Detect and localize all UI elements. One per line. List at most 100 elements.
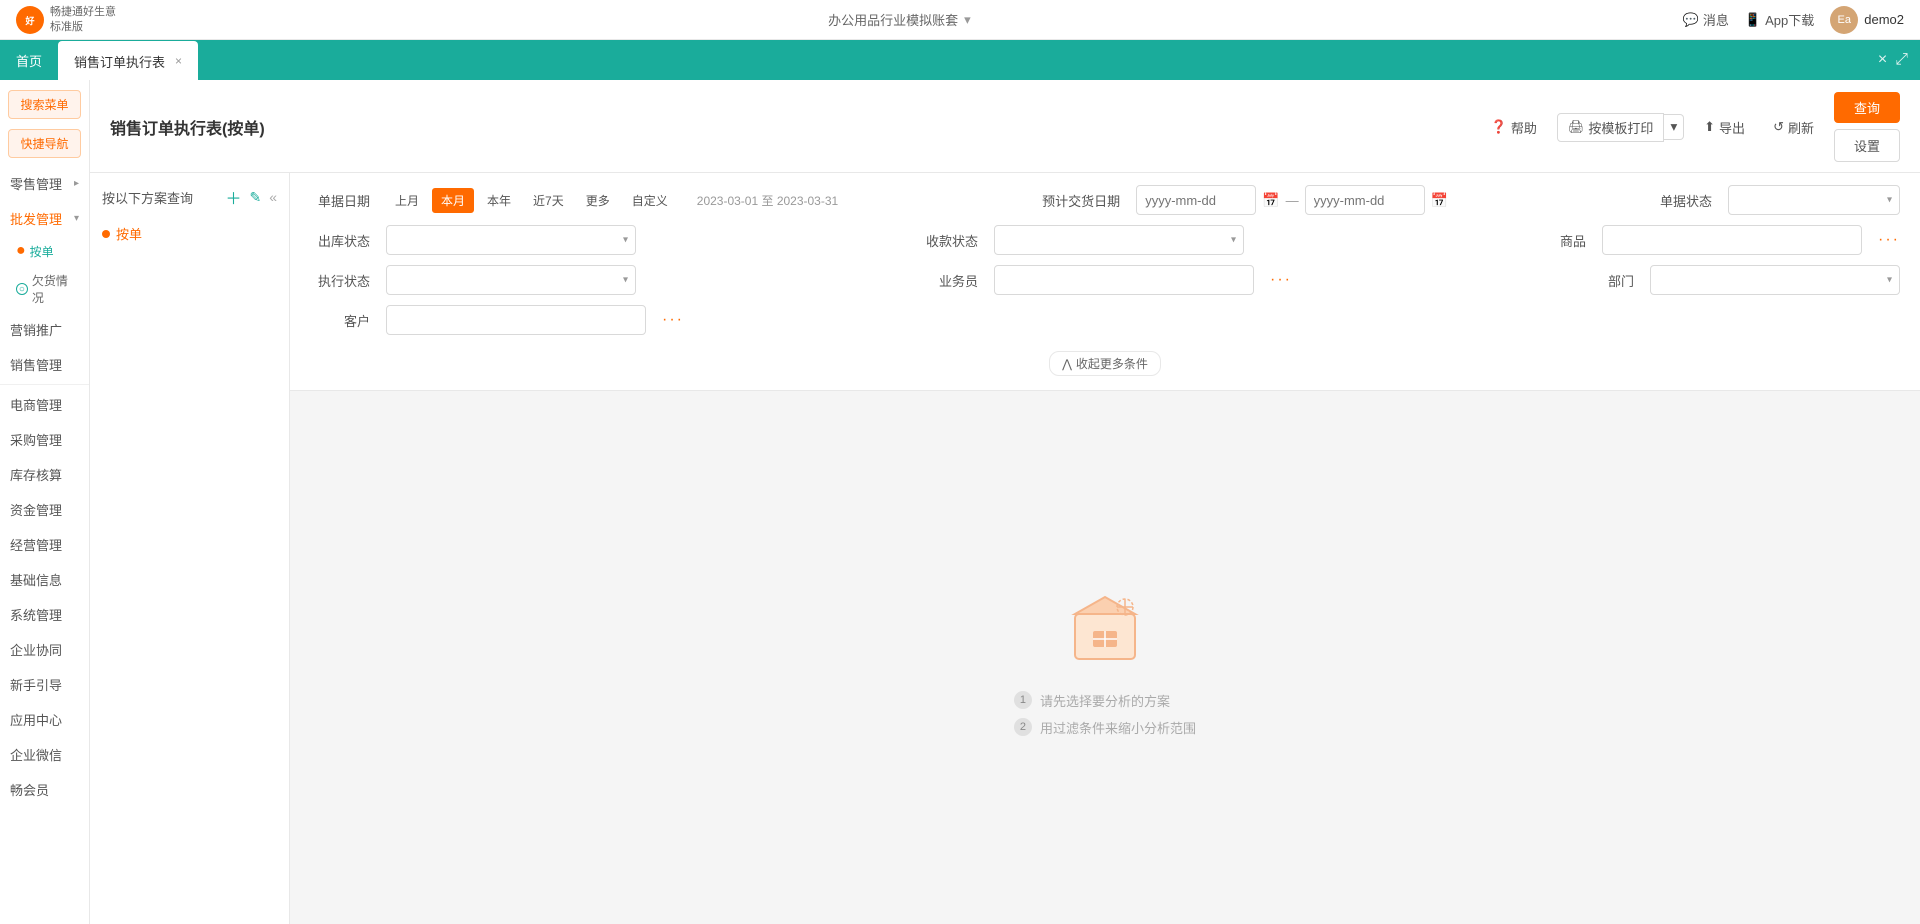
sidebar-item-purchase[interactable]: 采购管理 — [0, 422, 89, 457]
help-btn[interactable]: ❓ 帮助 — [1483, 114, 1545, 141]
expand-window-icon[interactable]: ⤢ — [1895, 51, 1908, 69]
user-name[interactable]: demo2 — [1864, 12, 1904, 27]
help-icon: ❓ — [1491, 119, 1507, 135]
top-bar-center: 办公用品行业模拟账套 ▾ — [828, 10, 971, 29]
sidebar-search-area: 搜索菜单 — [0, 80, 89, 125]
close-window-icon[interactable]: × — [1878, 51, 1887, 69]
salesperson-ellipsis[interactable]: ··· — [1270, 271, 1292, 289]
active-dot — [102, 230, 110, 238]
print-btn[interactable]: 🖨 按模板打印 — [1557, 113, 1665, 142]
goods-ellipsis[interactable]: ··· — [1878, 231, 1900, 249]
customer-ellipsis[interactable]: ··· — [662, 311, 684, 329]
print-dropdown-btn[interactable]: ▾ — [1664, 114, 1684, 140]
date-range-text: 2023-03-01 至 2023-03-31 — [697, 192, 838, 209]
top-bar-right: 💬 消息 📱 App下载 Ea demo2 — [1683, 6, 1904, 34]
expected-delivery-start[interactable] — [1136, 185, 1256, 215]
empty-tip-1: 1 请先选择要分析的方案 — [1014, 691, 1196, 710]
department-select-wrap: ▾ — [1650, 265, 1900, 295]
quick-nav-btn[interactable]: 快捷导航 — [8, 129, 81, 158]
page-header: 销售订单执行表(按单) ❓ 帮助 🖨 按模板打印 ▾ ⬆ 导出 — [90, 80, 1920, 173]
tab-sales-order[interactable]: 销售订单执行表 × — [58, 41, 198, 81]
payment-label: 收款状态 — [918, 231, 978, 250]
calendar-icon-start[interactable]: 📅 — [1262, 192, 1279, 209]
sidebar-item-enterprise[interactable]: 企业协同 — [0, 632, 89, 667]
sidebar-item-inventory[interactable]: 库存核算 — [0, 457, 89, 492]
shipment-select[interactable] — [386, 225, 636, 255]
tab-home[interactable]: 首页 — [0, 40, 58, 80]
date-tab-last-month[interactable]: 上月 — [386, 188, 428, 213]
chevron-right-icon: ▸ — [74, 178, 79, 189]
edit-scheme-icon[interactable]: ✎ — [249, 189, 261, 206]
sidebar-item-retail[interactable]: 零售管理 ▸ — [0, 166, 89, 201]
collapse-bar: ⋀ 收起更多条件 — [310, 345, 1900, 378]
add-scheme-icon[interactable]: ＋ — [225, 185, 241, 209]
phone-icon: 📱 — [1745, 12, 1761, 28]
calendar-icon-end[interactable]: 📅 — [1431, 192, 1448, 209]
data-area: 1 请先选择要分析的方案 2 用过滤条件来缩小分析范围 — [290, 391, 1920, 924]
app-download-btn[interactable]: 📱 App下载 — [1745, 10, 1814, 29]
teal-circle-icon: ○ — [16, 283, 28, 295]
dropdown-icon[interactable]: ▾ — [964, 12, 971, 28]
date-tab-more[interactable]: 更多 — [577, 188, 619, 213]
sidebar-item-marketing[interactable]: 营销推广 — [0, 312, 89, 347]
sidebar-item-apps[interactable]: 应用中心 — [0, 702, 89, 737]
payment-select[interactable] — [994, 225, 1244, 255]
empty-tip-2: 2 用过滤条件来缩小分析范围 — [1014, 718, 1196, 737]
filter-row-4: 客户 ··· — [310, 305, 1900, 335]
sidebar-item-finance[interactable]: 资金管理 — [0, 492, 89, 527]
filter-row-1: 单据日期 上月 本月 本年 近7天 更多 自定义 2023-03-01 至 20… — [310, 185, 1900, 215]
tip-num-1: 1 — [1014, 691, 1032, 709]
content-area: 销售订单执行表(按单) ❓ 帮助 🖨 按模板打印 ▾ ⬆ 导出 — [90, 80, 1920, 924]
empty-illustration — [1055, 579, 1155, 679]
page-title: 销售订单执行表(按单) — [110, 115, 265, 139]
quick-nav-area: 快捷导航 — [0, 125, 89, 164]
date-tab-this-month[interactable]: 本月 — [432, 188, 474, 213]
date-tab-7days[interactable]: 近7天 — [524, 188, 573, 213]
sidebar: 搜索菜单 快捷导航 零售管理 ▸ 批发管理 ▾ ● 按单 ○ 欠货情况 — [0, 80, 90, 924]
goods-label: 商品 — [1526, 231, 1586, 250]
user-area[interactable]: Ea demo2 — [1830, 6, 1904, 34]
sidebar-sub-item-press-order[interactable]: ● 按单 — [0, 236, 89, 266]
messages-btn[interactable]: 💬 消息 — [1683, 10, 1729, 29]
tip-num-2: 2 — [1014, 718, 1032, 736]
payment-select-wrap: ▾ — [994, 225, 1244, 255]
sidebar-item-wholesale[interactable]: 批发管理 ▾ — [0, 201, 89, 236]
expected-delivery-end[interactable] — [1305, 185, 1425, 215]
sidebar-item-member[interactable]: 畅会员 — [0, 772, 89, 807]
date-tab-custom[interactable]: 自定义 — [623, 188, 677, 213]
empty-tips: 1 请先选择要分析的方案 2 用过滤条件来缩小分析范围 — [1014, 691, 1196, 737]
sidebar-item-basic[interactable]: 基础信息 — [0, 562, 89, 597]
search-menu-btn[interactable]: 搜索菜单 — [8, 90, 81, 119]
date-tab-this-year[interactable]: 本年 — [478, 188, 520, 213]
body-area: 按以下方案查询 ＋ ✎ « 按单 单 — [90, 173, 1920, 924]
collapse-btn[interactable]: ⋀ 收起更多条件 — [1049, 351, 1161, 376]
salesperson-input[interactable] — [994, 265, 1254, 295]
customer-input[interactable] — [386, 305, 646, 335]
print-icon: 🖨 — [1568, 119, 1585, 135]
sidebar-item-ecommerce[interactable]: 电商管理 — [0, 387, 89, 422]
sidebar-sub-item-arrears[interactable]: ○ 欠货情况 — [0, 266, 89, 312]
refresh-btn[interactable]: ↺ 刷新 — [1765, 114, 1822, 141]
salesperson-label: 业务员 — [918, 271, 978, 290]
query-btn[interactable]: 查询 — [1834, 92, 1900, 123]
sidebar-item-sales[interactable]: 销售管理 — [0, 347, 89, 382]
main-layout: 搜索菜单 快捷导航 零售管理 ▸ 批发管理 ▾ ● 按单 ○ 欠货情况 — [0, 80, 1920, 924]
sidebar-item-wechat[interactable]: 企业微信 — [0, 737, 89, 772]
sidebar-item-system[interactable]: 系统管理 — [0, 597, 89, 632]
avatar: Ea — [1830, 6, 1858, 34]
collapse-left-icon[interactable]: « — [269, 189, 277, 205]
export-btn[interactable]: ⬆ 导出 — [1696, 114, 1753, 141]
doc-status-label: 单据状态 — [1652, 191, 1712, 210]
date-tabs: 上月 本月 本年 近7天 更多 自定义 — [386, 188, 677, 213]
sidebar-item-operations[interactable]: 经营管理 — [0, 527, 89, 562]
department-select[interactable] — [1650, 265, 1900, 295]
tab-close-icon[interactable]: × — [175, 54, 182, 68]
execution-select[interactable] — [386, 265, 636, 295]
logo-text: 畅捷通好生意 标准版 — [50, 5, 116, 34]
left-filter-item-press-order[interactable]: 按单 — [90, 217, 289, 250]
message-icon: 💬 — [1683, 12, 1699, 28]
sidebar-item-newuser[interactable]: 新手引导 — [0, 667, 89, 702]
settings-btn[interactable]: 设置 — [1834, 129, 1900, 162]
goods-input[interactable] — [1602, 225, 1862, 255]
doc-status-select[interactable] — [1728, 185, 1900, 215]
